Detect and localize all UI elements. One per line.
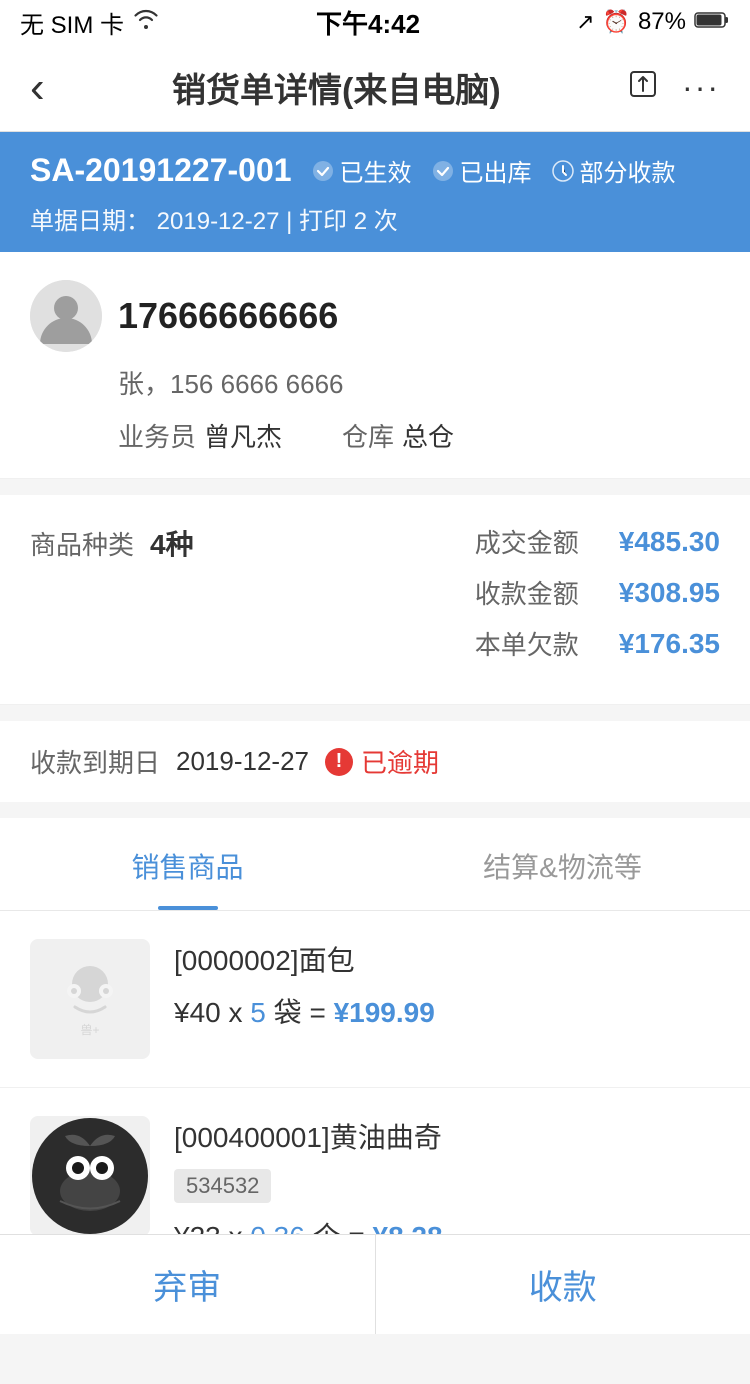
overdue-text: 已逾期	[361, 743, 439, 780]
collect-payment-button[interactable]: 收款	[376, 1235, 750, 1334]
nav-bar: ‹ 销货单详情(来自电脑) ···	[0, 44, 750, 132]
share-icon[interactable]	[628, 69, 658, 107]
page-title: 销货单详情(来自电脑)	[172, 63, 501, 112]
nav-actions: ···	[628, 69, 720, 107]
svg-text:兽+: 兽+	[80, 1023, 99, 1037]
sales-label: 业务员	[118, 417, 196, 454]
tab-settlement[interactable]: 结算&物流等	[375, 818, 750, 910]
tab-products[interactable]: 销售商品	[0, 818, 375, 910]
status-time: 下午4:42	[316, 4, 420, 41]
goods-type-value: 4种	[150, 523, 194, 563]
abandon-review-button[interactable]: 弃审	[0, 1235, 376, 1334]
customer-sub: 张，156 6666 6666	[30, 364, 720, 401]
goods-type-label: 商品种类	[30, 525, 134, 562]
order-date-row: 单据日期： 2019-12-27 | 打印 2 次	[30, 201, 720, 236]
carrier-text: 无 SIM 卡	[20, 5, 124, 40]
product-tag-2: 534532	[174, 1169, 271, 1203]
warehouse-value: 总仓	[402, 417, 454, 454]
product-total-1: ¥199.99	[334, 997, 435, 1028]
back-button[interactable]: ‹	[30, 63, 45, 113]
battery-text: 87%	[638, 8, 686, 36]
bottom-bar: 弃审 收款	[0, 1234, 750, 1334]
debt-amount-label: 本单欠款	[475, 625, 579, 662]
customer-meta: 业务员 曾凡杰 仓库 总仓	[30, 417, 720, 454]
location-icon: ↗	[576, 9, 594, 35]
header-banner: SA-20191227-001 已生效 已出库 部分收款 单据日期： 2019-…	[0, 132, 750, 252]
status-left: 无 SIM 卡	[20, 5, 160, 40]
print-count: 2	[354, 208, 367, 235]
tabs-bar: 销售商品 结算&物流等	[0, 818, 750, 911]
deal-amount-label: 成交金额	[475, 523, 579, 560]
status-badge-partial: 部分收款	[552, 153, 676, 188]
battery-icon	[694, 8, 730, 36]
debt-amount-value: ¥176.35	[619, 628, 720, 660]
wifi-icon	[132, 8, 160, 37]
summary-left: 商品种类 4种	[30, 523, 194, 676]
status-badge-shipped: 已出库	[432, 153, 532, 188]
alarm-icon: ⏰	[603, 9, 630, 35]
product-qty-1: 5	[250, 997, 266, 1028]
order-id: SA-20191227-001	[30, 152, 292, 189]
product-name-1: [0000002]面包	[174, 939, 720, 979]
status-bar: 无 SIM 卡 下午4:42 ↗ ⏰ 87%	[0, 0, 750, 44]
product-info-1: [0000002]面包 ¥40 x 5 袋 = ¥199.99	[174, 939, 720, 1031]
product-thumb-2	[30, 1116, 150, 1236]
status-badge-active: 已生效	[312, 153, 412, 188]
product-price-1: ¥40 x 5 袋 = ¥199.99	[174, 991, 720, 1031]
customer-name: 17666666666	[118, 295, 338, 337]
warehouse-label: 仓库	[342, 417, 394, 454]
summary-right: 成交金额 ¥485.30 收款金额 ¥308.95 本单欠款 ¥176.35	[475, 523, 720, 676]
overdue-icon: !	[325, 748, 353, 776]
order-date: 2019-12-27	[157, 208, 280, 235]
due-date: 2019-12-27	[176, 746, 309, 777]
due-label: 收款到期日	[30, 743, 160, 780]
customer-section: 17666666666 张，156 6666 6666 业务员 曾凡杰 仓库 总…	[0, 252, 750, 479]
product-list: 兽+ [0000002]面包 ¥40 x 5 袋 = ¥199.99	[0, 911, 750, 1284]
product-item-1: 兽+ [0000002]面包 ¥40 x 5 袋 = ¥199.99	[0, 911, 750, 1088]
overdue-badge: ! 已逾期	[325, 743, 439, 780]
customer-avatar	[30, 280, 102, 352]
status-right: ↗ ⏰ 87%	[576, 8, 730, 36]
receipt-amount-value: ¥308.95	[619, 577, 720, 609]
deal-amount-value: ¥485.30	[619, 526, 720, 558]
product-name-2: [000400001]黄油曲奇	[174, 1116, 720, 1156]
receipt-amount-label: 收款金额	[475, 574, 579, 611]
product-thumb-1: 兽+	[30, 939, 150, 1059]
tabs-section: 销售商品 结算&物流等 兽+ [0000002]面包	[0, 818, 750, 1284]
sales-value: 曾凡杰	[204, 417, 282, 454]
due-section: 收款到期日 2019-12-27 ! 已逾期	[0, 721, 750, 802]
more-icon[interactable]: ···	[682, 69, 720, 106]
summary-section: 商品种类 4种 成交金额 ¥485.30 收款金额 ¥308.95 本单欠款 ¥…	[0, 495, 750, 705]
